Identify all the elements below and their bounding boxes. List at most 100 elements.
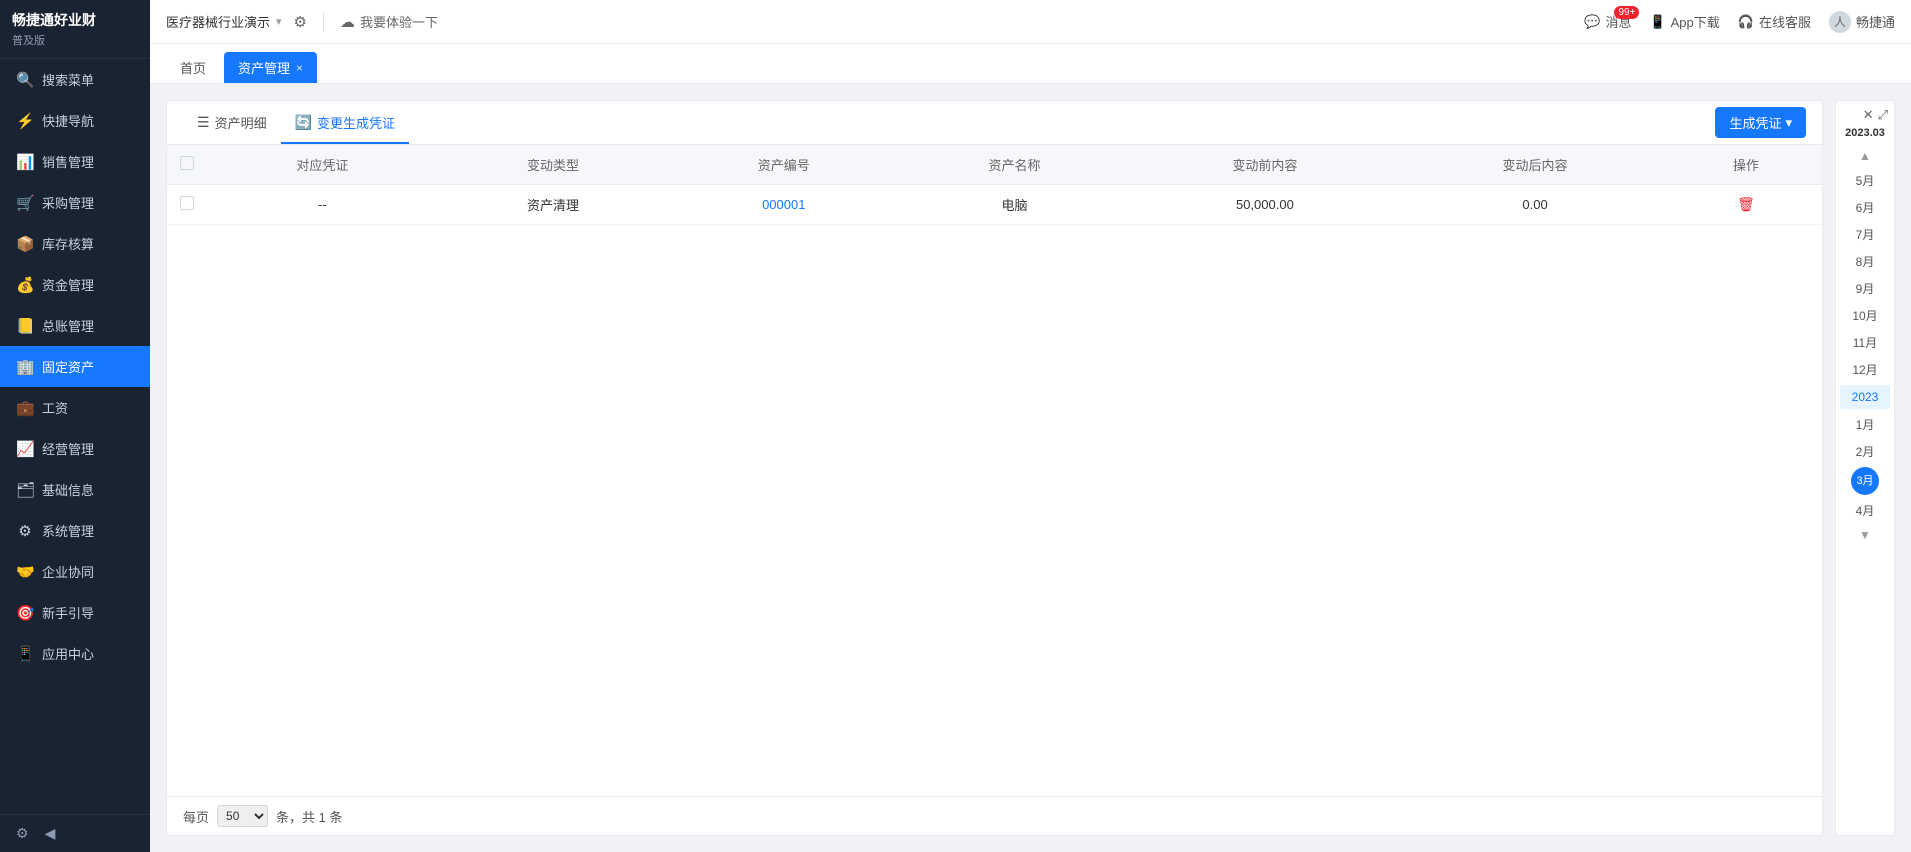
month-item[interactable]: 1月 (1836, 411, 1894, 438)
search-icon: 🔍 (16, 71, 34, 89)
basic-info-icon: 🗂 (16, 481, 34, 499)
sidebar-item-label: 基础信息 (42, 480, 94, 499)
gear-icon[interactable]: ⚙ (294, 13, 307, 31)
close-panel-icon[interactable]: ✕ (1863, 107, 1874, 123)
inventory-icon: 📦 (16, 235, 34, 253)
apps-icon: 📱 (16, 645, 34, 663)
topbar: 医疗器械行业演示 ▾ ⚙ ☁ 我要体验一下 💬 消息 99+ 📱 App下载 🎧… (150, 0, 1911, 44)
per-page-label: 每页 (183, 807, 209, 826)
month-item[interactable]: 10月 (1836, 302, 1894, 329)
sidebar-item-sales[interactable]: 📊销售管理 (0, 141, 150, 182)
settings-icon[interactable]: ⚙ (16, 825, 29, 842)
ledger-icon: 📒 (16, 317, 34, 335)
sidebar-item-label: 资金管理 (42, 275, 94, 294)
sidebar-logo: 畅捷通好业财 普及版 (0, 0, 150, 59)
sidebar-item-fixed-assets[interactable]: 🏢 固定资产 (0, 346, 150, 387)
sidebar-item-apps[interactable]: 📱 应用中心 (0, 633, 150, 674)
month-item[interactable]: 6月 (1836, 194, 1894, 221)
user-menu[interactable]: 人 畅捷通 (1829, 11, 1895, 33)
messages-btn[interactable]: 💬 消息 99+ (1584, 12, 1631, 31)
sub-tab-generate-voucher[interactable]: 🔄 变更生成凭证 (281, 103, 409, 144)
sidebar-item-cooperation[interactable]: 🤝企业协同 (0, 551, 150, 592)
service-icon: 🎧 (1738, 14, 1754, 30)
sidebar-item-label: 企业协同 (42, 562, 94, 581)
dropdown-arrow-icon: ▾ (1785, 115, 1792, 131)
sidebar-item-operations[interactable]: 📈经营管理 (0, 428, 150, 469)
company-selector[interactable]: 医疗器械行业演示 ▾ (166, 12, 282, 31)
month-item[interactable]: 3月 (1851, 467, 1879, 495)
sub-tab-asset-detail[interactable]: ☰ 资产明细 (183, 103, 281, 144)
list-icon: ☰ (197, 114, 210, 131)
trial-btn[interactable]: ☁ 我要体验一下 (340, 12, 438, 31)
month-item[interactable]: 8月 (1836, 248, 1894, 275)
download-icon: 📱 (1649, 14, 1665, 30)
cell-change-type: 资产清理 (438, 185, 669, 225)
app-download-btn[interactable]: 📱 App下载 (1649, 12, 1719, 31)
sidebar-item-label: 快捷导航 (42, 111, 94, 130)
fixed-assets-icon: 🏢 (16, 358, 34, 376)
select-all-checkbox[interactable] (180, 156, 194, 170)
sidebar-item-search[interactable]: 🔍 搜索菜单 (0, 59, 150, 100)
expand-panel-icon[interactable]: ⤢ (1878, 107, 1888, 123)
sidebar-item-label: 销售管理 (42, 152, 94, 171)
tab-close-icon[interactable]: × (296, 61, 303, 75)
sidebar-item-system[interactable]: ⚙ 系统管理 (0, 510, 150, 551)
app-download-label: App下载 (1671, 12, 1720, 31)
sub-tabs: ☰ 资产明细 🔄 变更生成凭证 生成凭证 ▾ (167, 101, 1822, 145)
scroll-down-arrow[interactable]: ▼ (1836, 524, 1894, 546)
online-service-btn[interactable]: 🎧 在线客服 (1738, 12, 1811, 31)
col-asset-name: 资产名称 (899, 145, 1130, 185)
tab-home[interactable]: 首页 (166, 52, 220, 83)
month-item[interactable]: 12月 (1836, 356, 1894, 383)
sidebar-item-funds[interactable]: 💰资金管理 (0, 264, 150, 305)
divider (323, 12, 324, 32)
per-page-select[interactable]: 50 100 200 (217, 805, 268, 827)
app-name: 畅捷通好业财 (12, 10, 96, 30)
sidebar-item-ledger[interactable]: 📒 总账管理 (0, 305, 150, 346)
purchase-icon: 🛒 (16, 194, 34, 212)
sidebar-bottom: ⚙ ◀ (0, 814, 150, 852)
payroll-icon: 💼 (16, 399, 34, 417)
month-item[interactable]: 9月 (1836, 275, 1894, 302)
tab-asset-management[interactable]: 资产管理 × (224, 52, 317, 83)
sidebar-item-label: 系统管理 (42, 521, 94, 540)
sidebar-item-label: 搜索菜单 (42, 70, 94, 89)
collapse-icon[interactable]: ◀ (45, 825, 56, 842)
row-checkbox[interactable] (180, 196, 194, 210)
messages-badge: 99+ (1614, 6, 1639, 19)
month-item[interactable]: 4月 (1836, 497, 1894, 524)
month-item[interactable]: 7月 (1836, 221, 1894, 248)
sidebar-item-label: 应用中心 (42, 644, 94, 663)
sidebar-item-purchase[interactable]: 🛒采购管理 (0, 182, 150, 223)
generate-voucher-btn[interactable]: 生成凭证 ▾ (1715, 107, 1806, 138)
col-change-type: 变动类型 (438, 145, 669, 185)
panel-header: ✕ ⤢ (1836, 101, 1894, 123)
generate-label: 生成凭证 (1729, 113, 1781, 132)
cell-after: 0.00 (1400, 185, 1670, 225)
table-body: -- 资产清理 000001 电脑 50,000.00 0.00 🗑 (167, 185, 1822, 225)
sidebar-item-payroll[interactable]: 💼 工资 (0, 387, 150, 428)
sidebar-item-label: 固定资产 (42, 357, 94, 376)
sidebar-item-label: 工资 (42, 398, 68, 417)
trial-label: 我要体验一下 (360, 12, 438, 31)
main-area: 医疗器械行业演示 ▾ ⚙ ☁ 我要体验一下 💬 消息 99+ 📱 App下载 🎧… (150, 0, 1911, 852)
quick-nav-icon: ⚡ (16, 112, 34, 130)
system-icon: ⚙ (16, 522, 34, 540)
sidebar-item-label: 总账管理 (42, 316, 94, 335)
sub-tab2-label: 变更生成凭证 (317, 113, 395, 132)
year-marker[interactable]: 2023 (1840, 385, 1890, 409)
sidebar-item-quick-nav[interactable]: ⚡ 快捷导航 (0, 100, 150, 141)
month-item[interactable]: 5月 (1836, 167, 1894, 194)
scroll-up-arrow[interactable]: ▲ (1836, 145, 1894, 167)
sidebar-item-inventory[interactable]: 📦库存核算 (0, 223, 150, 264)
message-icon: 💬 (1584, 14, 1600, 30)
sidebar-item-basic-info[interactable]: 🗂 基础信息 (0, 469, 150, 510)
right-panel: ✕ ⤢ 2023.03 ▲5月6月7月8月9月10月11月12月20231月2月… (1835, 100, 1895, 836)
month-item[interactable]: 2月 (1836, 438, 1894, 465)
cell-asset-name: 电脑 (899, 185, 1130, 225)
month-item[interactable]: 11月 (1836, 329, 1894, 356)
delete-icon[interactable]: 🗑 (1737, 196, 1755, 212)
sidebar-item-guide[interactable]: 🎯新手引导 (0, 592, 150, 633)
pagination: 每页 50 100 200 条，共 1 条 (167, 796, 1822, 835)
cell-before: 50,000.00 (1130, 185, 1400, 225)
